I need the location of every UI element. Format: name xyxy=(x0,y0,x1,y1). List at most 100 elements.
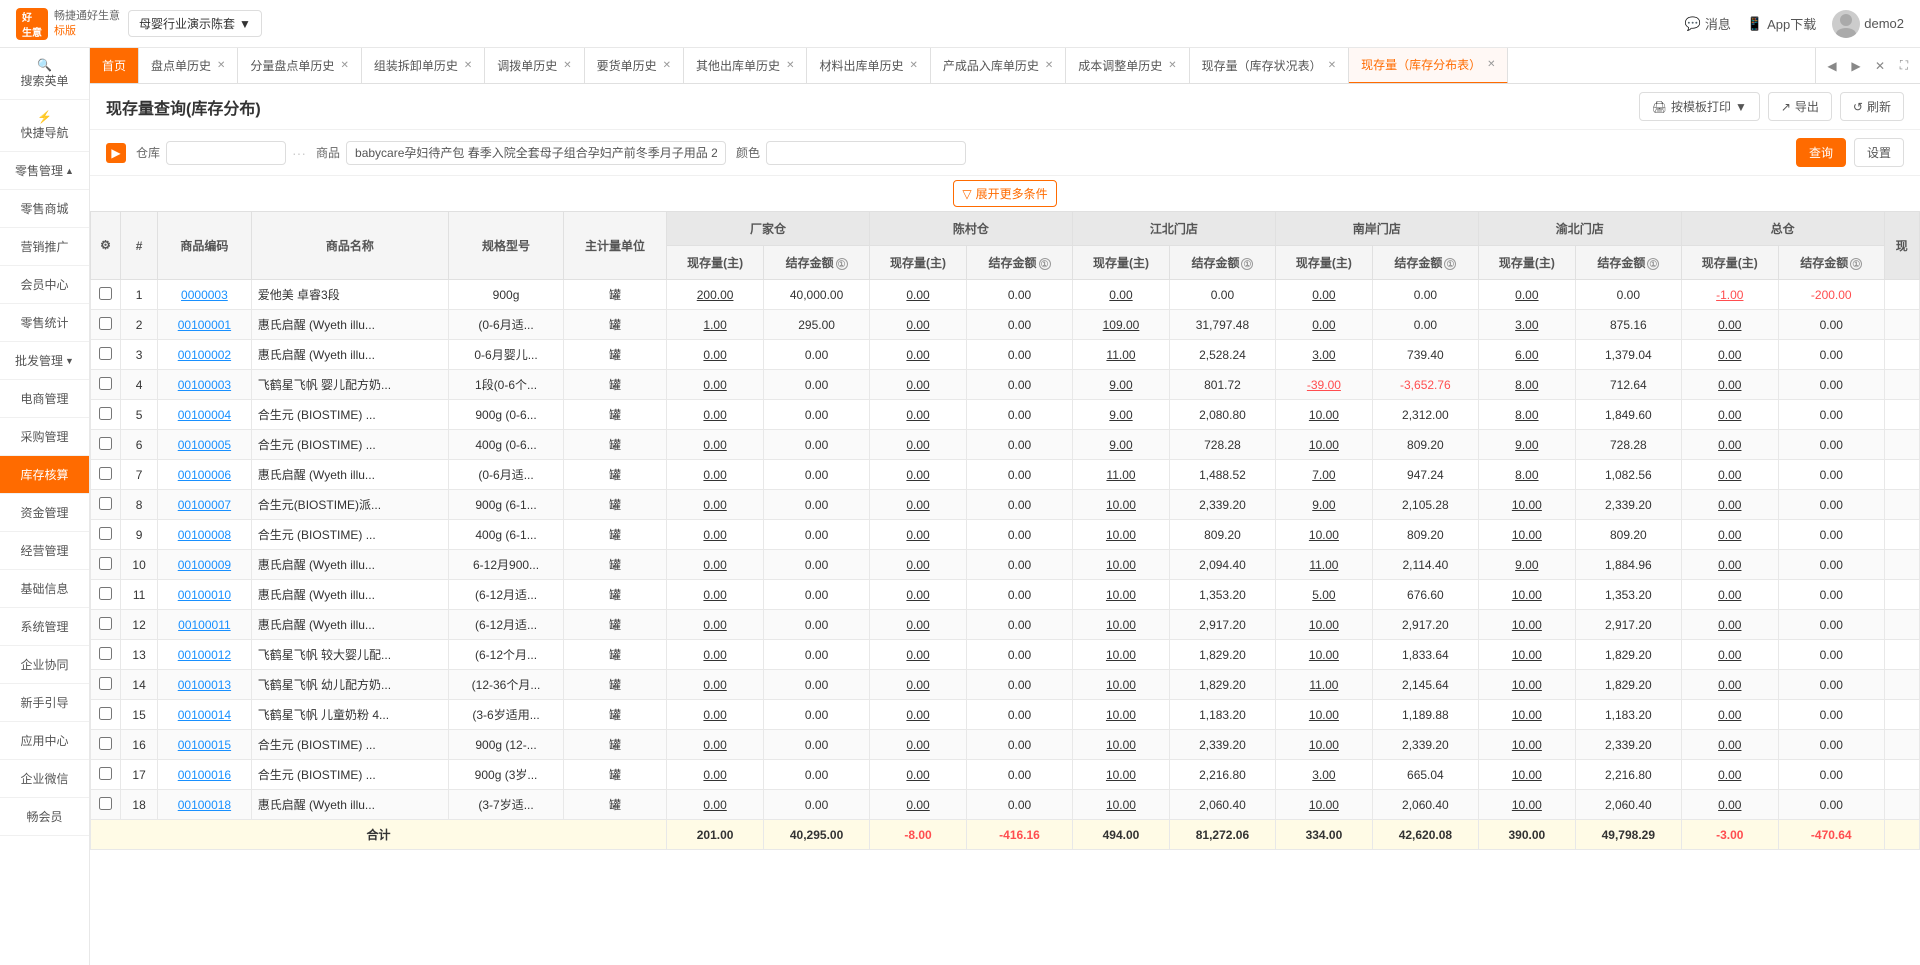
row-c3-qty: 10.00 xyxy=(1072,490,1169,520)
tab-close-icon[interactable]: ✕ xyxy=(786,60,794,71)
row-checkbox[interactable] xyxy=(91,430,121,460)
row-checkbox[interactable] xyxy=(91,550,121,580)
query-btn[interactable]: 查询 xyxy=(1796,138,1846,167)
row-c4-amt: 1,833.64 xyxy=(1373,640,1479,670)
product-input[interactable] xyxy=(346,141,726,165)
tab-close-icon[interactable]: ✕ xyxy=(217,60,225,71)
row-checkbox[interactable] xyxy=(91,340,121,370)
row-checkbox[interactable] xyxy=(91,730,121,760)
sidebar-item-purchase[interactable]: 采购管理 xyxy=(0,418,89,456)
sidebar-item-collab[interactable]: 企业协同 xyxy=(0,646,89,684)
tab-close-all-btn[interactable]: ✕ xyxy=(1868,48,1892,84)
tab-close-icon[interactable]: ✕ xyxy=(464,60,472,71)
print-btn[interactable]: 🖨 按模板打印 ▼ xyxy=(1639,92,1760,121)
tab-material-out[interactable]: 材料出库单历史 ✕ xyxy=(807,48,930,84)
tab-next-btn[interactable]: ▶ xyxy=(1844,48,1868,84)
user-area[interactable]: demo2 xyxy=(1832,10,1904,38)
message-btn[interactable]: 💬 消息 xyxy=(1685,14,1731,33)
row-checkbox[interactable] xyxy=(91,310,121,340)
row-num: 8 xyxy=(121,490,158,520)
row-code: 00100018 xyxy=(158,790,252,820)
tab-close-icon[interactable]: ✕ xyxy=(1487,59,1495,70)
tab-close-icon[interactable]: ✕ xyxy=(1168,60,1176,71)
table-wrapper[interactable]: ⚙ # 商品编码 商品名称 规格型号 主计量单位 厂家仓 陈村仓 江北门店 南岸… xyxy=(90,211,1920,965)
tab-finished-goods[interactable]: 产成品入库单历史 ✕ xyxy=(931,48,1066,84)
tab-home[interactable]: 首页 xyxy=(90,48,139,84)
tab-stock-dist[interactable]: 现存量（库存分布表） ✕ xyxy=(1349,48,1508,84)
tab-cost-adjust[interactable]: 成本调整单历史 ✕ xyxy=(1066,48,1189,84)
export-icon: ↗ xyxy=(1781,100,1791,114)
tab-order[interactable]: 要货单历史 ✕ xyxy=(585,48,684,84)
info-icon[interactable]: ① xyxy=(1850,258,1862,270)
tab-stock-status[interactable]: 现存量（库存状况表） ✕ xyxy=(1190,48,1349,84)
row-c1-qty: 0.00 xyxy=(666,580,763,610)
row-checkbox[interactable] xyxy=(91,460,121,490)
expand-conditions-btn[interactable]: ▽ 展开更多条件 xyxy=(953,180,1056,207)
row-checkbox[interactable] xyxy=(91,370,121,400)
row-spec: (3-6岁适用... xyxy=(448,700,563,730)
row-checkbox[interactable] xyxy=(91,520,121,550)
row-current xyxy=(1884,730,1919,760)
info-icon[interactable]: ① xyxy=(836,258,848,270)
tab-stocktake-history[interactable]: 盘点单历史 ✕ xyxy=(139,48,238,84)
row-checkbox[interactable] xyxy=(91,580,121,610)
tab-close-icon[interactable]: ✕ xyxy=(563,60,571,71)
row-checkbox[interactable] xyxy=(91,790,121,820)
sidebar-item-retail-stats[interactable]: 零售统计 xyxy=(0,304,89,342)
app-download-btn[interactable]: 📱 App下载 xyxy=(1747,14,1816,33)
tab-assembly[interactable]: 组装拆卸单历史 ✕ xyxy=(362,48,485,84)
warehouse-more-icon[interactable]: ··· xyxy=(292,145,306,161)
tab-sub-stocktake[interactable]: 分量盘点单历史 ✕ xyxy=(238,48,361,84)
tab-other-out[interactable]: 其他出库单历史 ✕ xyxy=(684,48,807,84)
sidebar-item-wechat[interactable]: 企业微信 xyxy=(0,760,89,798)
refresh-btn[interactable]: ↺ 刷新 xyxy=(1840,92,1904,121)
industry-selector[interactable]: 母婴行业演示陈套 ▼ xyxy=(128,10,262,37)
sidebar-item-finance[interactable]: 资金管理 xyxy=(0,494,89,532)
tab-transfer[interactable]: 调拨单历史 ✕ xyxy=(485,48,584,84)
sidebar-item-search[interactable]: 🔍 搜索英单 xyxy=(0,48,89,100)
info-icon[interactable]: ① xyxy=(1241,258,1253,270)
row-checkbox[interactable] xyxy=(91,640,121,670)
sidebar-item-retail[interactable]: 零售管理 ▲ xyxy=(0,152,89,190)
sidebar-item-operations[interactable]: 经营管理 xyxy=(0,532,89,570)
info-icon[interactable]: ① xyxy=(1647,258,1659,270)
row-checkbox[interactable] xyxy=(91,400,121,430)
tab-prev-btn[interactable]: ◀ xyxy=(1820,48,1844,84)
sidebar-item-member[interactable]: 会员中心 xyxy=(0,266,89,304)
settings-btn[interactable]: 设置 xyxy=(1854,138,1904,167)
tab-close-icon[interactable]: ✕ xyxy=(1045,60,1053,71)
sidebar-item-guide[interactable]: 新手引导 xyxy=(0,684,89,722)
row-c3-qty: 11.00 xyxy=(1072,460,1169,490)
row-checkbox[interactable] xyxy=(91,610,121,640)
row-checkbox[interactable] xyxy=(91,670,121,700)
sidebar-item-basic-info[interactable]: 基础信息 xyxy=(0,570,89,608)
sidebar-item-ecommerce[interactable]: 电商管理 xyxy=(0,380,89,418)
sidebar-item-shop[interactable]: 零售商城 xyxy=(0,190,89,228)
sidebar-item-marketing[interactable]: 营销推广 xyxy=(0,228,89,266)
tab-close-icon[interactable]: ✕ xyxy=(340,60,348,71)
tab-close-icon[interactable]: ✕ xyxy=(1328,60,1336,71)
tab-expand-btn[interactable]: ⛶ xyxy=(1892,48,1916,84)
export-btn[interactable]: ↗ 导出 xyxy=(1768,92,1832,121)
row-checkbox[interactable] xyxy=(91,490,121,520)
row-c1-qty: 0.00 xyxy=(666,670,763,700)
info-icon[interactable]: ① xyxy=(1444,258,1456,270)
row-total-amt: 0.00 xyxy=(1778,520,1884,550)
color-input[interactable] xyxy=(766,141,966,165)
sidebar-item-vip[interactable]: 畅会员 xyxy=(0,798,89,836)
warehouse-input[interactable] xyxy=(166,141,286,165)
tab-close-icon[interactable]: ✕ xyxy=(909,60,917,71)
row-checkbox[interactable] xyxy=(91,700,121,730)
filter-expand-arrow[interactable]: ▶ xyxy=(106,143,126,163)
info-icon[interactable]: ① xyxy=(1039,258,1051,270)
row-checkbox[interactable] xyxy=(91,760,121,790)
sidebar-item-apps[interactable]: 应用中心 xyxy=(0,722,89,760)
sidebar-item-system[interactable]: 系统管理 xyxy=(0,608,89,646)
sidebar-item-inventory[interactable]: 库存核算 xyxy=(0,456,89,494)
th-gear[interactable]: ⚙ xyxy=(91,212,121,280)
sidebar-item-nav[interactable]: ⚡ 快捷导航 xyxy=(0,100,89,152)
row-checkbox[interactable] xyxy=(91,280,121,310)
row-code: 00100007 xyxy=(158,490,252,520)
tab-close-icon[interactable]: ✕ xyxy=(663,60,671,71)
sidebar-item-wholesale[interactable]: 批发管理 ▼ xyxy=(0,342,89,380)
